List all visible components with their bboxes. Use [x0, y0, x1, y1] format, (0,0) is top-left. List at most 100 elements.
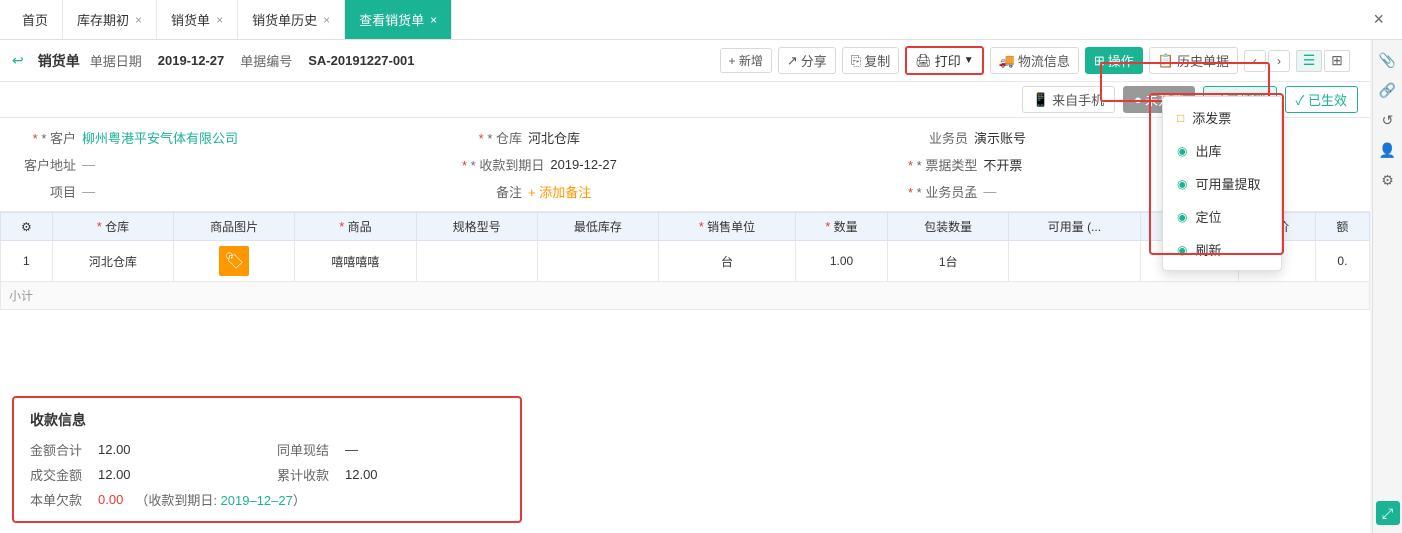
effective-button[interactable]: ✓ 已生效 — [1285, 86, 1359, 113]
menu-location[interactable]: ◉ 定位 — [1163, 200, 1281, 233]
col-sales-unit: * 销售单位 — [659, 213, 796, 241]
col-spec: 规格型号 — [416, 213, 537, 241]
menu-add-invoice[interactable]: □ 添发票 — [1163, 101, 1281, 134]
new-button[interactable]: + 新增 — [720, 48, 772, 73]
tab-view-sales[interactable]: 查看销货单 × — [345, 0, 452, 39]
row-image: 🏷 — [174, 241, 295, 282]
tab-view-sales-close[interactable]: × — [430, 13, 437, 27]
tab-inventory-init-label: 库存期初 — [77, 10, 129, 29]
history-icon: 📋 — [1158, 53, 1174, 69]
row-min-stock — [537, 241, 658, 282]
out-warehouse-icon: ◉ — [1177, 144, 1187, 158]
tab-sales-order[interactable]: 销货单 × — [157, 0, 238, 39]
tab-view-sales-label: 查看销货单 — [359, 10, 424, 29]
current-due-row: 本单欠款 0.00 （收款到期日: 2019–12–27） — [30, 490, 504, 509]
location-label: 定位 — [1195, 207, 1221, 226]
tab-inventory-init[interactable]: 库存期初 × — [63, 0, 157, 39]
payment-grid: 金额合计 12.00 同单现结 — 成交金额 12.00 累计收款 12.00 … — [30, 440, 504, 509]
available-qty-icon: ◉ — [1177, 177, 1187, 191]
next-button[interactable]: › — [1268, 50, 1290, 72]
prev-button[interactable]: ‹ — [1244, 50, 1266, 72]
copy-button[interactable]: ⎘ 复制 — [842, 47, 899, 74]
logistics-icon: 🚚 — [999, 53, 1015, 69]
sidebar-settings-icon[interactable]: ⚙ — [1376, 168, 1400, 192]
project-label: 项目 — [16, 182, 76, 201]
menu-refresh[interactable]: ◉ 刷新 — [1163, 233, 1281, 266]
view-grid-button[interactable]: ⊞ — [1324, 50, 1350, 72]
col-pack-qty: 包装数量 — [888, 213, 1009, 241]
due-date-note: （收款到期日: 2019–12–27） — [135, 490, 306, 509]
warehouse-label: * 仓库 — [462, 128, 522, 147]
menu-out-warehouse[interactable]: ◉ 出库 — [1163, 134, 1281, 167]
salesperson-label: 业务员 — [908, 128, 968, 147]
right-sidebar: 📎 🔗 ↺ 👤 ⚙ ⤢ — [1372, 40, 1402, 533]
tab-home[interactable]: 首页 — [8, 0, 63, 39]
toolbar-nav: ‹ › — [1244, 50, 1290, 72]
location-icon: ◉ — [1177, 210, 1187, 224]
salesperson2-value: — — [983, 184, 1063, 199]
refresh-label: 刷新 — [1195, 240, 1221, 259]
operations-button[interactable]: ⊞ 操作 — [1085, 47, 1143, 74]
row-amount: 0. — [1315, 241, 1369, 282]
sidebar-fullscreen-icon[interactable]: ⤢ — [1376, 501, 1400, 525]
project-field: 项目 — — [16, 182, 462, 201]
invoice-field: * 票据类型 不开票 — [908, 155, 1354, 174]
doc-meta: 单据日期 2019-12-27 单据编号 SA-20191227-001 — [90, 51, 415, 70]
view-list-button[interactable]: ☰ — [1296, 50, 1322, 72]
sidebar-refresh-icon[interactable]: ↺ — [1376, 108, 1400, 132]
warehouse-field: * 仓库 河北仓库 — [462, 128, 908, 147]
menu-available-qty[interactable]: ◉ 可用量提取 — [1163, 167, 1281, 200]
col-min-stock: 最低库存 — [537, 213, 658, 241]
from-phone-button[interactable]: 📱 来自手机 — [1022, 86, 1115, 113]
tab-sales-history[interactable]: 销货单历史 × — [238, 0, 345, 39]
tab-inventory-init-close[interactable]: × — [135, 13, 142, 27]
payment-date-field: * 收款到期日 2019-12-27 — [462, 155, 908, 174]
same-order-row: 同单现结 — — [277, 440, 504, 459]
customer-label: * 客户 — [16, 128, 76, 147]
number-label: 单据编号 — [240, 51, 292, 70]
note-field: 备注 + 添加备注 — [462, 182, 908, 201]
payment-date-label: * 收款到期日 — [462, 155, 544, 174]
tab-sales-history-close[interactable]: × — [323, 13, 330, 27]
invoice-value: 不开票 — [983, 155, 1063, 174]
print-button[interactable]: 🖨 打印 ▼ — [905, 46, 983, 75]
row-qty: 1.00 — [795, 241, 887, 282]
address-value: — — [82, 157, 162, 172]
sidebar-user-icon[interactable]: 👤 — [1376, 138, 1400, 162]
address-field: 客户地址 — — [16, 155, 462, 174]
form-row-3: 项目 — 备注 + 添加备注 * 业务员孟 — — [16, 182, 1354, 201]
history-button[interactable]: 📋 历史单据 — [1149, 47, 1238, 74]
tab-home-label: 首页 — [22, 10, 48, 29]
doc-title: 销货单 — [38, 51, 80, 71]
add-note-button[interactable]: + 添加备注 — [528, 182, 591, 201]
same-order-value: — — [345, 442, 358, 457]
customer-value[interactable]: 柳州粤港平安气体有限公司 — [82, 128, 238, 147]
copy-icon: ⎘ — [851, 53, 861, 69]
salesperson2-field: * 业务员孟 — — [908, 182, 1354, 201]
doc-header: ↩ 销货单 单据日期 2019-12-27 单据编号 SA-20191227-0… — [0, 40, 1370, 82]
tab-bar: 首页 库存期初 × 销货单 × 销货单历史 × 查看销货单 × × — [0, 0, 1402, 40]
window-close-btn[interactable]: × — [1363, 9, 1394, 30]
logistics-button[interactable]: 🚚 物流信息 — [990, 47, 1079, 74]
add-invoice-label: 添发票 — [1192, 108, 1231, 127]
view-toggle: ☰ ⊞ — [1296, 50, 1350, 72]
share-button[interactable]: ↗ 分享 — [778, 47, 836, 74]
current-due-value: 0.00 — [98, 492, 123, 507]
row-sales-unit: 台 — [659, 241, 796, 282]
total-amount-row: 金额合计 12.00 — [30, 440, 257, 459]
add-invoice-icon: □ — [1177, 111, 1184, 125]
date-value: 2019-12-27 — [158, 53, 225, 68]
row-pack-qty: 1台 — [888, 241, 1009, 282]
note-label: 备注 — [462, 182, 522, 201]
form-row-1: * 客户 柳州粤港平安气体有限公司 * 仓库 河北仓库 业务员 演示账号 — [16, 128, 1354, 147]
available-qty-label: 可用量提取 — [1195, 174, 1260, 193]
sidebar-link-icon[interactable]: 🔗 — [1376, 78, 1400, 102]
sidebar-attachment-icon[interactable]: 📎 — [1376, 48, 1400, 72]
col-amount: 额 — [1315, 213, 1369, 241]
tab-sales-order-close[interactable]: × — [216, 13, 223, 27]
salesperson-field: 业务员 演示账号 — [908, 128, 1354, 147]
col-warehouse: * 仓库 — [52, 213, 173, 241]
share-icon: ↗ — [787, 53, 798, 69]
subtotal-row: 小计 — [1, 282, 1370, 310]
payment-info-title: 收款信息 — [30, 410, 504, 430]
